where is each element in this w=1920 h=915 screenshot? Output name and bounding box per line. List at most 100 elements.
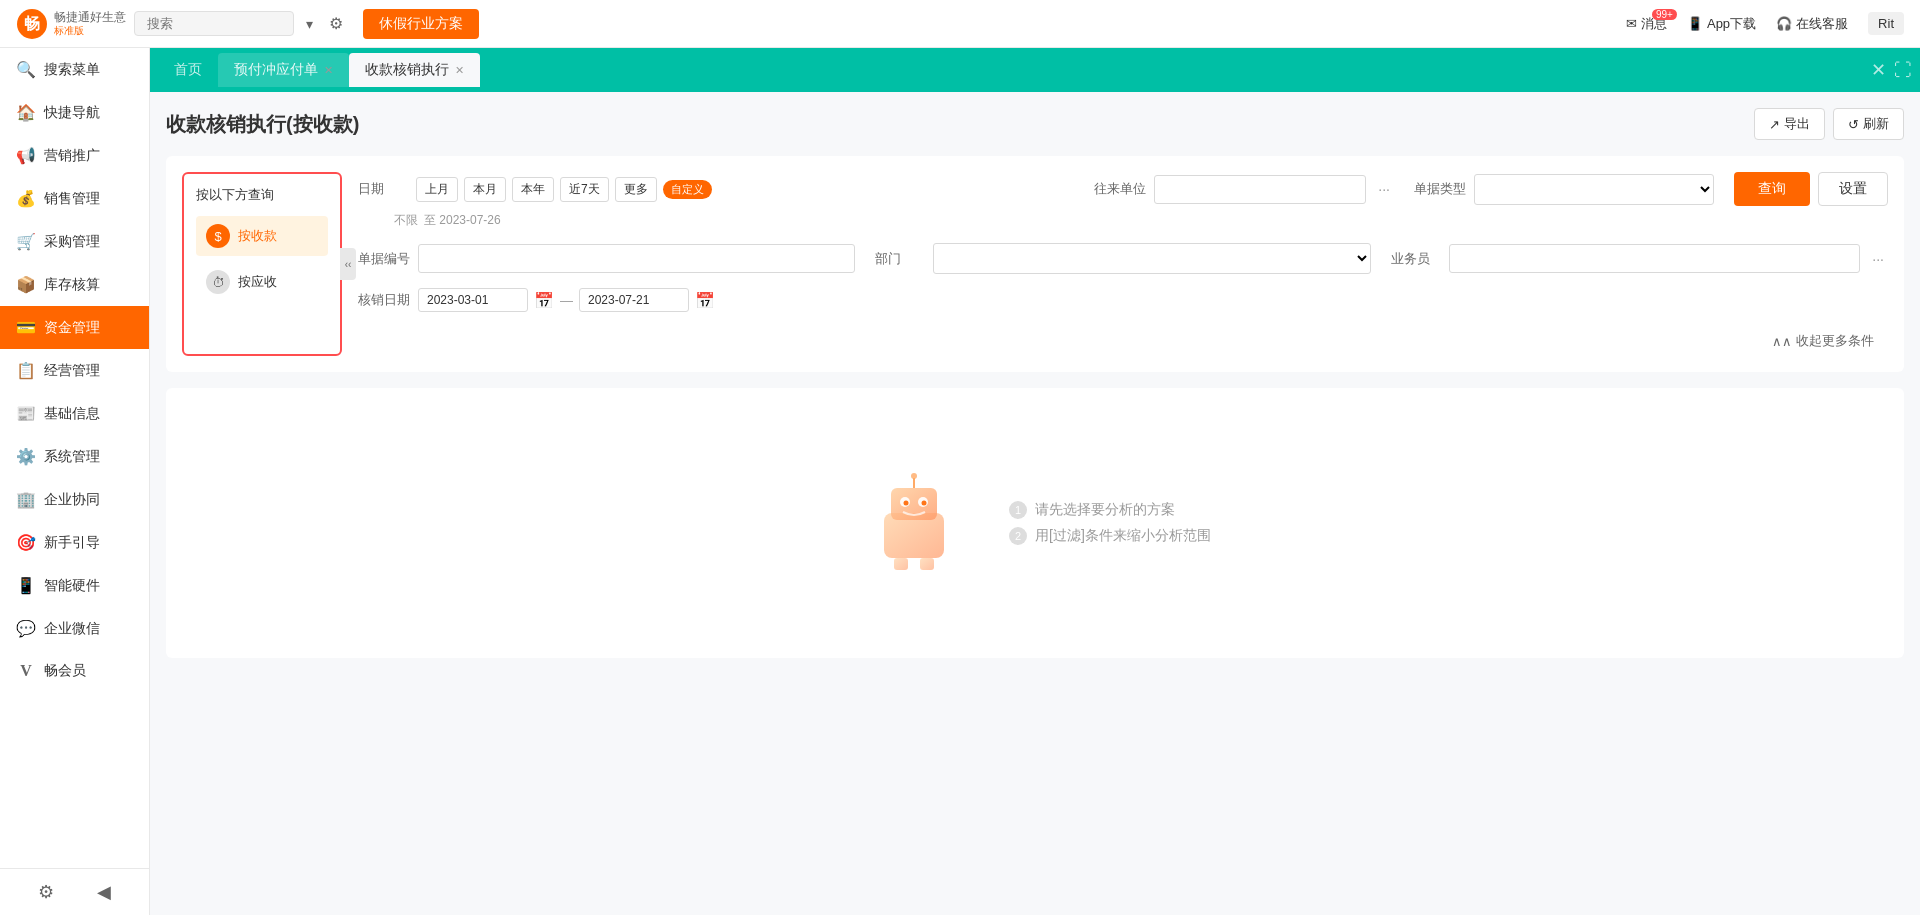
filter-row-3: 核销日期 📅 — 📅	[358, 288, 1888, 312]
filter-collapse-button[interactable]: ‹‹	[340, 248, 356, 280]
empty-state: 1 请先选择要分析的方案 2 用[过滤]条件来缩小分析范围	[166, 388, 1904, 658]
date-btn-7days[interactable]: 近7天	[560, 177, 609, 202]
message-button[interactable]: ✉ 消息 99+	[1626, 15, 1667, 33]
operation-icon: 📋	[16, 361, 36, 380]
main-layout: 🔍 搜索菜单 🏠 快捷导航 📢 营销推广 💰 销售管理 🛒 采购管理 📦 库存核…	[0, 48, 1920, 915]
search-dropdown-icon[interactable]: ▾	[306, 16, 313, 32]
date-custom-tag[interactable]: 自定义	[663, 180, 712, 199]
app-download-button[interactable]: 📱 App下载	[1687, 15, 1756, 33]
calendar-start-icon[interactable]: 📅	[534, 291, 554, 310]
sidebar-item-sales[interactable]: 💰 销售管理	[0, 177, 149, 220]
filter-date-field: 日期 上月 本月 本年 近7天 更多 自定义	[358, 177, 1074, 202]
tab-prepay[interactable]: 预付冲应付单 ✕	[218, 53, 349, 87]
collapse-icon: ∧∧	[1772, 334, 1792, 349]
page-content: 收款核销执行(按收款) ↗ 导出 ↺ 刷新 按以下方查询	[150, 92, 1920, 915]
sidebar-bottom: ⚙ ◀	[0, 868, 149, 915]
voucher-no-input[interactable]	[418, 244, 855, 273]
counterparty-input[interactable]	[1154, 175, 1366, 204]
solution-button[interactable]: 休假行业方案	[363, 9, 479, 39]
sidebar-item-corp[interactable]: 🏢 企业协同	[0, 478, 149, 521]
page-actions: ↗ 导出 ↺ 刷新	[1754, 108, 1904, 140]
filter-dept-field: 部门	[875, 243, 1372, 274]
export-button[interactable]: ↗ 导出	[1754, 108, 1825, 140]
svg-point-6	[904, 501, 909, 506]
top-bar: 畅 畅捷通好生意 标准版 ▾ ⚙ 休假行业方案 ✉ 消息 99+ 📱 App下载…	[0, 0, 1920, 48]
writeoff-date-start-input[interactable]	[418, 288, 528, 312]
date-label: 日期	[358, 180, 408, 198]
tab-close-all-icon[interactable]: ✕	[1871, 59, 1886, 81]
query-action-group: 查询 设置	[1734, 172, 1888, 206]
voucher-no-label: 单据编号	[358, 250, 410, 268]
query-button[interactable]: 查询	[1734, 172, 1810, 206]
date-to-text: 至 2023-07-26	[424, 212, 501, 229]
sidebar-item-inventory[interactable]: 📦 库存核算	[0, 263, 149, 306]
filter-fields: 日期 上月 本月 本年 近7天 更多 自定义 往来单位	[358, 172, 1888, 356]
dept-select[interactable]	[933, 243, 1372, 274]
filter-counterparty-field: 往来单位 ···	[1094, 175, 1394, 204]
writeoff-date-end-input[interactable]	[579, 288, 689, 312]
svg-text:畅: 畅	[24, 15, 40, 32]
settings-icon[interactable]: ⚙	[329, 14, 343, 33]
sidebar-item-member[interactable]: V 畅会员	[0, 650, 149, 692]
top-search-input[interactable]	[134, 11, 294, 36]
collapse-more-button[interactable]: ∧∧ 收起更多条件	[1758, 326, 1888, 356]
sidebar-item-operation[interactable]: 📋 经营管理	[0, 349, 149, 392]
setting-button[interactable]: 设置	[1818, 172, 1888, 206]
tip-num-1: 1	[1009, 501, 1027, 519]
sidebar-item-search-menu[interactable]: 🔍 搜索菜单	[0, 48, 149, 91]
salesperson-input[interactable]	[1449, 244, 1860, 273]
tab-receivable-close[interactable]: ✕	[455, 64, 464, 77]
filter-voucher-type-field: 单据类型	[1414, 174, 1714, 205]
message-icon: ✉	[1626, 16, 1637, 31]
member-icon: V	[16, 662, 36, 680]
filter-panel: 按以下方查询 $ 按收款 ⏱ 按应收 ‹‹	[166, 156, 1904, 372]
filter-option-by-receivable[interactable]: ⏱ 按应收	[196, 262, 328, 302]
date-btn-more[interactable]: 更多	[615, 177, 657, 202]
page-header: 收款核销执行(按收款) ↗ 导出 ↺ 刷新	[166, 108, 1904, 140]
tab-receivable[interactable]: 收款核销执行 ✕	[349, 53, 480, 87]
teal-tab-header: 首页 预付冲应付单 ✕ 收款核销执行 ✕ ✕ ⛶	[150, 48, 1920, 92]
collapse-more-row: ∧∧ 收起更多条件	[358, 326, 1888, 356]
tab-prepay-close[interactable]: ✕	[324, 64, 333, 77]
date-btn-last-month[interactable]: 上月	[416, 177, 458, 202]
counterparty-more-icon[interactable]: ···	[1374, 181, 1394, 197]
filter-option-by-receipt[interactable]: $ 按收款	[196, 216, 328, 256]
online-service-button[interactable]: 🎧 在线客服	[1776, 15, 1848, 33]
date-range-row: 不限 至 2023-07-26	[358, 212, 1888, 229]
salesperson-more-icon[interactable]: ···	[1868, 251, 1888, 267]
wechat-icon: 💬	[16, 619, 36, 638]
sales-icon: 💰	[16, 189, 36, 208]
sidebar-item-guide[interactable]: 🎯 新手引导	[0, 521, 149, 564]
empty-tip-1: 1 请先选择要分析的方案	[1009, 501, 1211, 519]
sidebar-item-marketing[interactable]: 📢 营销推广	[0, 134, 149, 177]
tab-expand-icon[interactable]: ⛶	[1894, 60, 1912, 81]
svg-rect-8	[894, 558, 908, 570]
date-separator: —	[560, 293, 573, 308]
sidebar-item-finance[interactable]: 💳 资金管理	[0, 306, 149, 349]
sidebar-collapse-icon[interactable]: ◀	[97, 881, 111, 903]
sidebar-item-basic[interactable]: 📰 基础信息	[0, 392, 149, 435]
dept-label: 部门	[875, 250, 925, 268]
user-avatar[interactable]: Rit	[1868, 12, 1904, 35]
sidebar-item-system[interactable]: ⚙️ 系统管理	[0, 435, 149, 478]
sidebar-item-wechat[interactable]: 💬 企业微信	[0, 607, 149, 650]
tab-home[interactable]: 首页	[158, 53, 218, 87]
filter-type-selector: 按以下方查询 $ 按收款 ⏱ 按应收 ‹‹	[182, 172, 342, 356]
sidebar-item-hardware[interactable]: 📱 智能硬件	[0, 564, 149, 607]
svg-rect-9	[920, 558, 934, 570]
svg-point-11	[911, 473, 917, 479]
voucher-type-select[interactable]	[1474, 174, 1714, 205]
sidebar-item-quick-nav[interactable]: 🏠 快捷导航	[0, 91, 149, 134]
voucher-type-label: 单据类型	[1414, 180, 1466, 198]
sidebar-settings-icon[interactable]: ⚙	[38, 881, 54, 903]
date-btn-this-month[interactable]: 本月	[464, 177, 506, 202]
date-btn-this-year[interactable]: 本年	[512, 177, 554, 202]
basic-icon: 📰	[16, 404, 36, 423]
guide-icon: 🎯	[16, 533, 36, 552]
sidebar-item-purchase[interactable]: 🛒 采购管理	[0, 220, 149, 263]
calendar-end-icon[interactable]: 📅	[695, 291, 715, 310]
counterparty-label: 往来单位	[1094, 180, 1146, 198]
refresh-button[interactable]: ↺ 刷新	[1833, 108, 1904, 140]
empty-tip-2: 2 用[过滤]条件来缩小分析范围	[1009, 527, 1211, 545]
filter-voucher-no-field: 单据编号	[358, 244, 855, 273]
